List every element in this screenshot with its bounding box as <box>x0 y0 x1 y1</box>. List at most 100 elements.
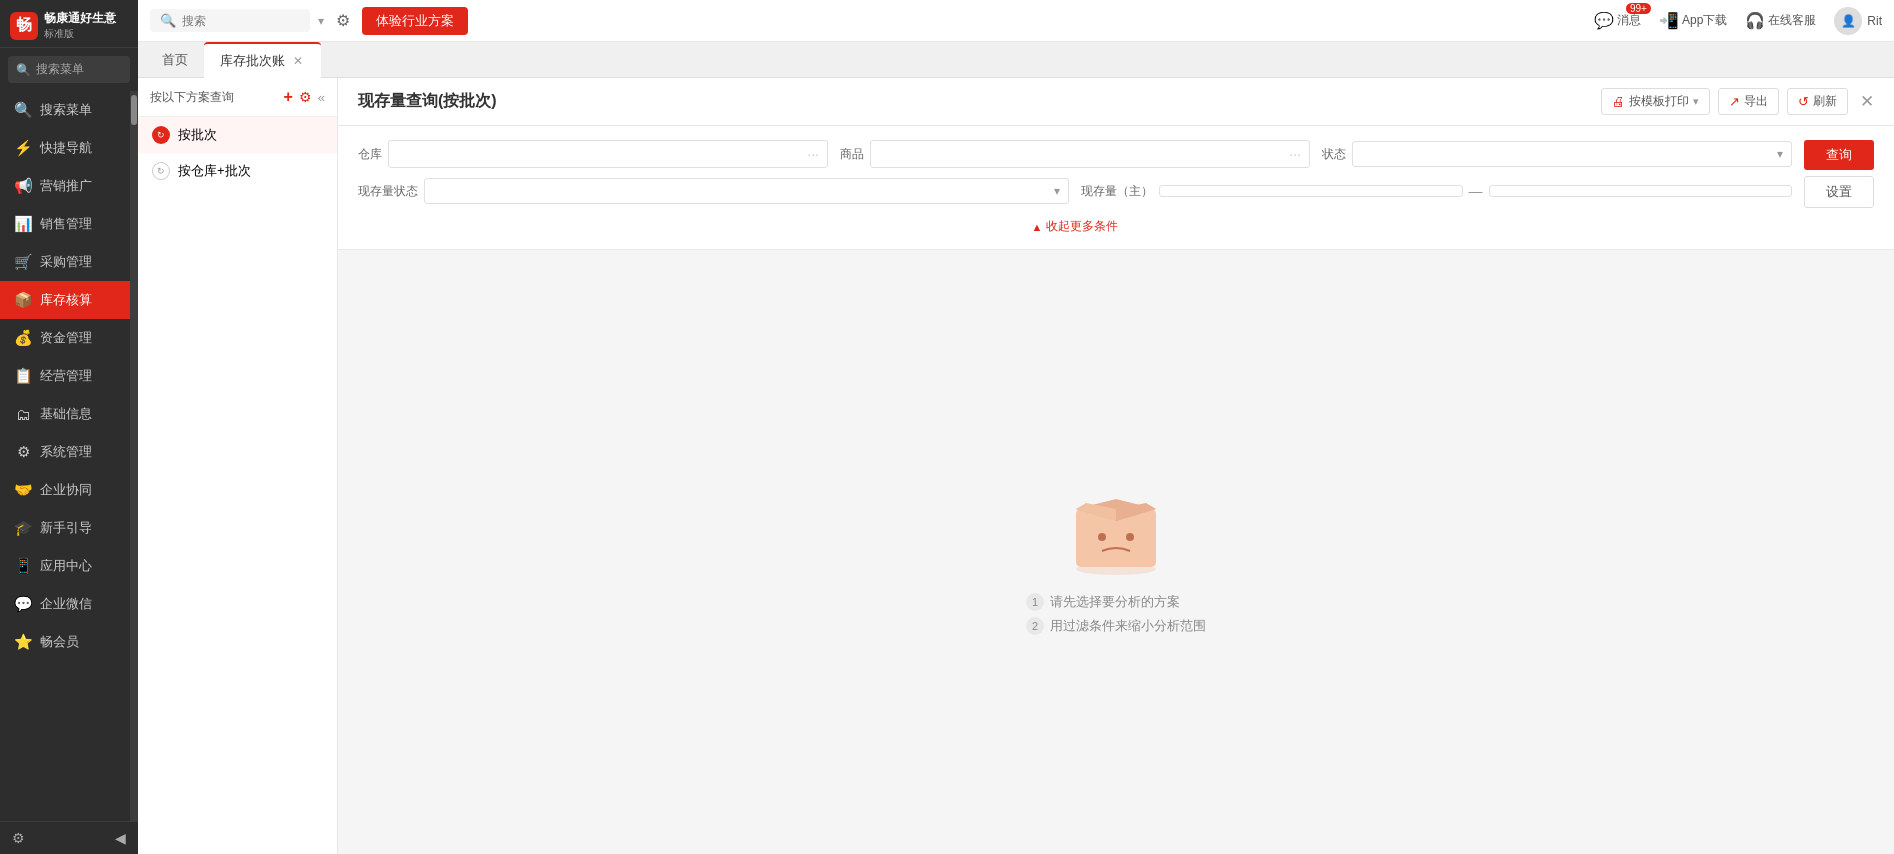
content-area: 按以下方案查询 + ⚙ « ↻ 按批次 ↻ 按 <box>138 78 1894 854</box>
collapse-filter-btn[interactable]: ▲ 收起更多条件 <box>358 214 1792 239</box>
tab-home[interactable]: 首页 <box>146 42 204 78</box>
topbar-search-icon: 🔍 <box>160 13 176 28</box>
experience-btn[interactable]: 体验行业方案 <box>362 7 468 35</box>
filter-row-1: 仓库 ··· 商品 ··· <box>358 140 1792 168</box>
empty-illustration <box>1056 469 1176 579</box>
finance-icon: 💰 <box>14 329 32 347</box>
sidebar-title-block: 畅康通好生意 标准版 <box>44 10 116 41</box>
product-label: 商品 <box>840 146 864 163</box>
messages-action[interactable]: 💬 消息 99+ <box>1594 11 1641 30</box>
user-avatar-area[interactable]: 👤 Rit <box>1834 7 1882 35</box>
tab-inventory-batch[interactable]: 库存批次账 ✕ <box>204 42 321 78</box>
add-plan-btn[interactable]: + <box>283 88 292 106</box>
tab-close-btn[interactable]: ✕ <box>291 53 305 69</box>
newbie-icon: 🎓 <box>14 519 32 537</box>
sidebar-item-inventory[interactable]: 📦库存核算 <box>0 281 130 319</box>
stock-status-select[interactable]: ▾ <box>424 178 1069 204</box>
empty-hint-2: 2 用过滤条件来缩小分析范围 <box>1026 617 1206 635</box>
operation-icon: 📋 <box>14 367 32 385</box>
sidebar-item-label: 基础信息 <box>40 405 92 423</box>
topbar-right: 💬 消息 99+ 📲 App下载 🎧 在线客服 👤 Rit <box>1594 7 1882 35</box>
sidebar-item-label: 资金管理 <box>40 329 92 347</box>
main-area: 🔍 ▾ ⚙ 体验行业方案 💬 消息 99+ 📲 App下载 🎧 在线客服 👤 <box>138 0 1894 854</box>
sidebar-header: 畅 畅康通好生意 标准版 <box>0 0 138 48</box>
stock-status-label: 现存量状态 <box>358 183 418 200</box>
company-name: 畅康通好生意 <box>44 10 116 27</box>
refresh-btn[interactable]: ↺ 刷新 <box>1787 88 1848 115</box>
right-panel: 现存量查询(按批次) 🖨 按模板打印 ▾ ↗ 导出 ↺ 刷新 <box>338 78 1894 854</box>
sidebar-item-search-menu[interactable]: 🔍搜索菜单 <box>0 91 130 129</box>
plan-icon-active: ↻ <box>152 126 170 144</box>
left-panel-actions: + ⚙ « <box>283 88 325 106</box>
tab-bar: 首页 库存批次账 ✕ <box>138 42 1894 78</box>
app-download-icon: 📲 <box>1659 11 1679 30</box>
warehouse-label: 仓库 <box>358 146 382 163</box>
sidebar-item-sales[interactable]: 📊销售管理 <box>0 205 130 243</box>
sidebar-item-enterprise[interactable]: 🤝企业协同 <box>0 471 130 509</box>
quick-nav-icon: ⚡ <box>14 139 32 157</box>
status-arrow-icon: ▾ <box>1777 147 1783 161</box>
sidebar-item-basic[interactable]: 🗂 基础信息 <box>0 395 130 433</box>
online-service-icon: 🎧 <box>1745 11 1765 30</box>
inventory-icon: 📦 <box>14 291 32 309</box>
topbar-search-input[interactable] <box>182 14 300 28</box>
status-select[interactable]: ▾ <box>1352 141 1792 167</box>
topbar-settings-icon[interactable]: ⚙ <box>336 11 350 30</box>
sidebar-item-member[interactable]: ⭐畅会员 <box>0 623 130 661</box>
product-dots-icon[interactable]: ··· <box>1289 146 1301 162</box>
filter-buttons: 查询 设置 <box>1804 140 1874 208</box>
sidebar-item-label: 销售管理 <box>40 215 92 233</box>
stock-qty-filter-group: 现存量（主） — <box>1081 183 1792 200</box>
bottom-collapse-icon[interactable]: ◀ <box>115 830 126 846</box>
plan-list: ↻ 按批次 ↻ 按仓库+批次 <box>138 117 337 189</box>
settings-btn[interactable]: 设置 <box>1804 176 1874 208</box>
plan-by-warehouse-batch[interactable]: ↻ 按仓库+批次 <box>138 153 337 189</box>
plan-settings-btn[interactable]: ⚙ <box>299 89 312 105</box>
bottom-settings-icon[interactable]: ⚙ <box>12 830 25 846</box>
sidebar-item-finance[interactable]: 💰 资金管理 <box>0 319 130 357</box>
export-btn[interactable]: ↗ 导出 <box>1718 88 1779 115</box>
panel-close-icon[interactable]: ✕ <box>1860 91 1874 112</box>
topbar-dropdown-icon[interactable]: ▾ <box>318 14 324 28</box>
empty-hint-1: 1 请先选择要分析的方案 <box>1026 593 1206 611</box>
query-btn[interactable]: 查询 <box>1804 140 1874 170</box>
print-icon: 🖨 <box>1612 94 1625 109</box>
product-input[interactable]: ··· <box>870 140 1310 168</box>
sidebar-item-quick-nav[interactable]: ⚡ 快捷导航 <box>0 129 130 167</box>
sidebar-item-system[interactable]: ⚙系统管理 <box>0 433 130 471</box>
stock-qty-max[interactable] <box>1489 185 1793 197</box>
search-label: 搜索菜单 <box>36 61 84 78</box>
stock-qty-min[interactable] <box>1159 185 1463 197</box>
warehouse-dots-icon[interactable]: ··· <box>807 146 819 162</box>
basic-icon: 🗂 <box>14 406 32 423</box>
plan-by-batch[interactable]: ↻ 按批次 <box>138 117 337 153</box>
page-header-actions: 🖨 按模板打印 ▾ ↗ 导出 ↺ 刷新 ✕ <box>1601 88 1874 115</box>
hint-text-2: 用过滤条件来缩小分析范围 <box>1050 617 1206 635</box>
sidebar-item-label: 采购管理 <box>40 253 92 271</box>
export-icon: ↗ <box>1729 94 1740 109</box>
sidebar-item-purchase[interactable]: 🛒采购管理 <box>0 243 130 281</box>
sidebar-item-label: 快捷导航 <box>40 139 92 157</box>
online-service-action[interactable]: 🎧 在线客服 <box>1745 11 1816 30</box>
stock-status-filter-group: 现存量状态 ▾ <box>358 178 1069 204</box>
page-title: 现存量查询(按批次) <box>358 91 497 112</box>
sidebar-item-wechat[interactable]: 💬企业微信 <box>0 585 130 623</box>
sidebar-item-newbie[interactable]: 🎓新手引导 <box>0 509 130 547</box>
svg-point-5 <box>1098 533 1106 541</box>
print-btn[interactable]: 🖨 按模板打印 ▾ <box>1601 88 1710 115</box>
svg-point-6 <box>1126 533 1134 541</box>
warehouse-input[interactable]: ··· <box>388 140 828 168</box>
print-label: 按模板打印 <box>1629 93 1689 110</box>
sidebar-item-app-center[interactable]: 📱应用中心 <box>0 547 130 585</box>
topbar-search-box[interactable]: 🔍 <box>150 9 310 32</box>
message-label: 消息 <box>1617 12 1641 29</box>
print-dropdown-icon[interactable]: ▾ <box>1693 95 1699 108</box>
sidebar-item-operation[interactable]: 📋经营管理 <box>0 357 130 395</box>
sidebar-item-marketing[interactable]: 📢营销推广 <box>0 167 130 205</box>
left-panel-collapse-btn[interactable]: « <box>318 90 325 105</box>
app-download-action[interactable]: 📲 App下载 <box>1659 11 1727 30</box>
sidebar-search[interactable]: 🔍 搜索菜单 <box>8 56 130 83</box>
avatar: 👤 <box>1834 7 1862 35</box>
product-filter-group: 商品 ··· <box>840 140 1310 168</box>
plan-by-batch-label: 按批次 <box>178 126 217 144</box>
